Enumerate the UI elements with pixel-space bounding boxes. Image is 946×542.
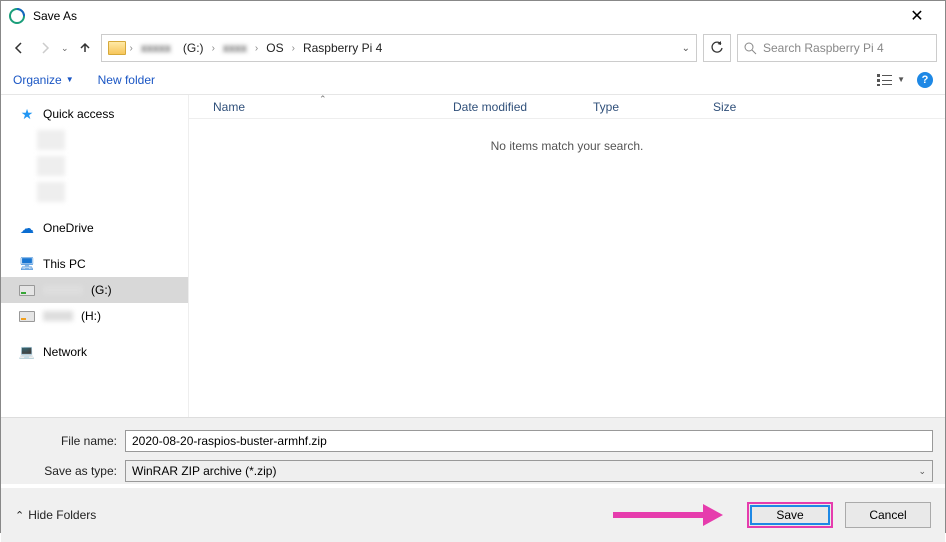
chevron-down-icon: ⌄: [918, 466, 926, 477]
address-dropdown[interactable]: ⌄: [682, 43, 690, 54]
column-date[interactable]: Date modified: [453, 100, 593, 114]
breadcrumb-sep: ›: [130, 43, 133, 54]
filetype-label: Save as type:: [13, 464, 125, 478]
column-type[interactable]: Type: [593, 100, 713, 114]
search-icon: [744, 42, 757, 55]
search-placeholder: Search Raspberry Pi 4: [763, 41, 884, 55]
filename-input[interactable]: [125, 430, 933, 452]
help-button[interactable]: ?: [917, 72, 933, 88]
breadcrumb-item[interactable]: OS: [262, 39, 287, 57]
sidebar: ★ Quick access ☁ OneDrive 🖥 This PC (G:): [1, 95, 189, 417]
save-button[interactable]: Save: [747, 502, 833, 528]
sidebar-drive-g[interactable]: (G:): [1, 277, 188, 303]
breadcrumb-sep: ›: [292, 43, 295, 54]
breadcrumb-sep: ›: [255, 43, 258, 54]
sidebar-pinned-item[interactable]: [1, 179, 188, 205]
breadcrumb-item[interactable]: xxxxx: [137, 39, 175, 57]
forward-button: [35, 38, 55, 58]
sidebar-pinned-item[interactable]: [1, 127, 188, 153]
sidebar-quick-access[interactable]: ★ Quick access: [1, 101, 188, 127]
sidebar-this-pc[interactable]: 🖥 This PC: [1, 251, 188, 277]
view-options-button[interactable]: ▼: [877, 74, 905, 86]
search-input[interactable]: Search Raspberry Pi 4: [737, 34, 937, 62]
app-icon: [9, 8, 25, 24]
save-form: File name: Save as type: WinRAR ZIP arch…: [1, 417, 945, 484]
cloud-icon: ☁: [19, 220, 35, 236]
refresh-button[interactable]: [703, 34, 731, 62]
new-folder-button[interactable]: New folder: [98, 73, 155, 87]
window-title: Save As: [33, 9, 897, 23]
up-button[interactable]: [75, 38, 95, 58]
chevron-up-icon: ⌃: [15, 509, 24, 522]
titlebar: Save As ✕: [1, 1, 945, 31]
folder-icon: [108, 41, 126, 55]
file-list-pane: ⌃ Name Date modified Type Size No items …: [189, 95, 945, 417]
filetype-select[interactable]: WinRAR ZIP archive (*.zip) ⌄: [125, 460, 933, 482]
address-bar[interactable]: › xxxxx (G:) › xxxx › OS › Raspberry Pi …: [101, 34, 697, 62]
sidebar-network[interactable]: 💻 Network: [1, 339, 188, 365]
column-headers[interactable]: ⌃ Name Date modified Type Size: [189, 95, 945, 119]
filename-label: File name:: [13, 434, 125, 448]
dialog-footer: ⌃ Hide Folders Save Cancel: [1, 488, 945, 542]
drive-icon: [19, 311, 35, 322]
sidebar-drive-h[interactable]: (H:): [1, 303, 188, 329]
breadcrumb-item[interactable]: xxxx: [219, 39, 251, 57]
empty-state: No items match your search.: [189, 119, 945, 417]
drive-icon: [19, 285, 35, 296]
close-button[interactable]: ✕: [897, 6, 937, 26]
nav-row: ⌄ › xxxxx (G:) › xxxx › OS › Raspberry P…: [1, 31, 945, 65]
star-icon: ★: [19, 106, 35, 122]
recent-locations-button[interactable]: ⌄: [61, 43, 69, 54]
column-name[interactable]: Name: [213, 100, 453, 114]
organize-menu[interactable]: Organize▼: [13, 73, 74, 87]
network-icon: 💻: [19, 344, 35, 360]
sort-indicator-icon: ⌃: [319, 94, 327, 105]
sidebar-pinned-item[interactable]: [1, 153, 188, 179]
column-size[interactable]: Size: [713, 100, 793, 114]
breadcrumb-item[interactable]: (G:): [179, 39, 208, 57]
hide-folders-toggle[interactable]: ⌃ Hide Folders: [15, 508, 96, 522]
back-button[interactable]: [9, 38, 29, 58]
pc-icon: 🖥: [19, 256, 35, 272]
breadcrumb-item[interactable]: Raspberry Pi 4: [299, 39, 386, 57]
sidebar-onedrive[interactable]: ☁ OneDrive: [1, 215, 188, 241]
breadcrumb-sep: ›: [212, 43, 215, 54]
toolbar: Organize▼ New folder ▼ ?: [1, 65, 945, 95]
annotation-arrow: [613, 509, 723, 521]
cancel-button[interactable]: Cancel: [845, 502, 931, 528]
